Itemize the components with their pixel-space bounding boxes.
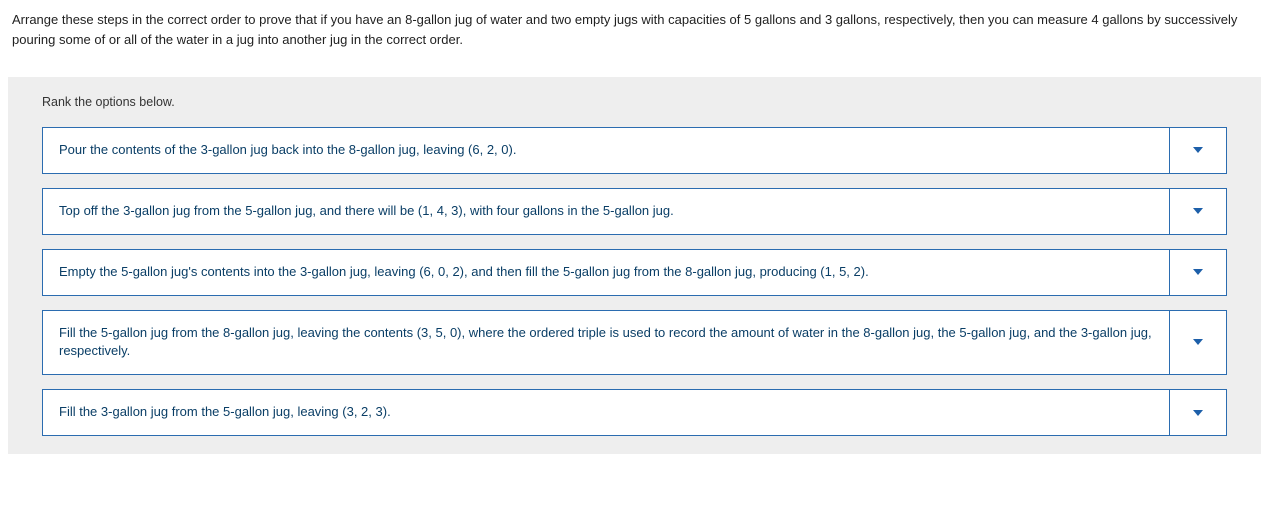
rank-item-text: Fill the 5-gallon jug from the 8-gallon … bbox=[43, 311, 1170, 375]
rank-item[interactable]: Empty the 5-gallon jug's contents into t… bbox=[42, 249, 1227, 296]
rank-item-dropdown[interactable] bbox=[1170, 189, 1226, 234]
rank-prompt: Rank the options below. bbox=[42, 95, 1227, 109]
caret-down-icon bbox=[1193, 208, 1203, 214]
rank-item[interactable]: Top off the 3-gallon jug from the 5-gall… bbox=[42, 188, 1227, 235]
caret-down-icon bbox=[1193, 410, 1203, 416]
caret-down-icon bbox=[1193, 147, 1203, 153]
rank-item-dropdown[interactable] bbox=[1170, 250, 1226, 295]
rank-item-dropdown[interactable] bbox=[1170, 390, 1226, 435]
rank-container: Rank the options below. Pour the content… bbox=[8, 77, 1261, 454]
rank-item-dropdown[interactable] bbox=[1170, 128, 1226, 173]
rank-item[interactable]: Fill the 5-gallon jug from the 8-gallon … bbox=[42, 310, 1227, 376]
rank-item-text: Fill the 3-gallon jug from the 5-gallon … bbox=[43, 390, 1170, 435]
rank-item-text: Top off the 3-gallon jug from the 5-gall… bbox=[43, 189, 1170, 234]
rank-item-text: Pour the contents of the 3-gallon jug ba… bbox=[43, 128, 1170, 173]
question-text: Arrange these steps in the correct order… bbox=[0, 0, 1269, 55]
caret-down-icon bbox=[1193, 269, 1203, 275]
rank-item[interactable]: Pour the contents of the 3-gallon jug ba… bbox=[42, 127, 1227, 174]
rank-item-dropdown[interactable] bbox=[1170, 311, 1226, 375]
caret-down-icon bbox=[1193, 339, 1203, 345]
rank-item[interactable]: Fill the 3-gallon jug from the 5-gallon … bbox=[42, 389, 1227, 436]
rank-item-text: Empty the 5-gallon jug's contents into t… bbox=[43, 250, 1170, 295]
